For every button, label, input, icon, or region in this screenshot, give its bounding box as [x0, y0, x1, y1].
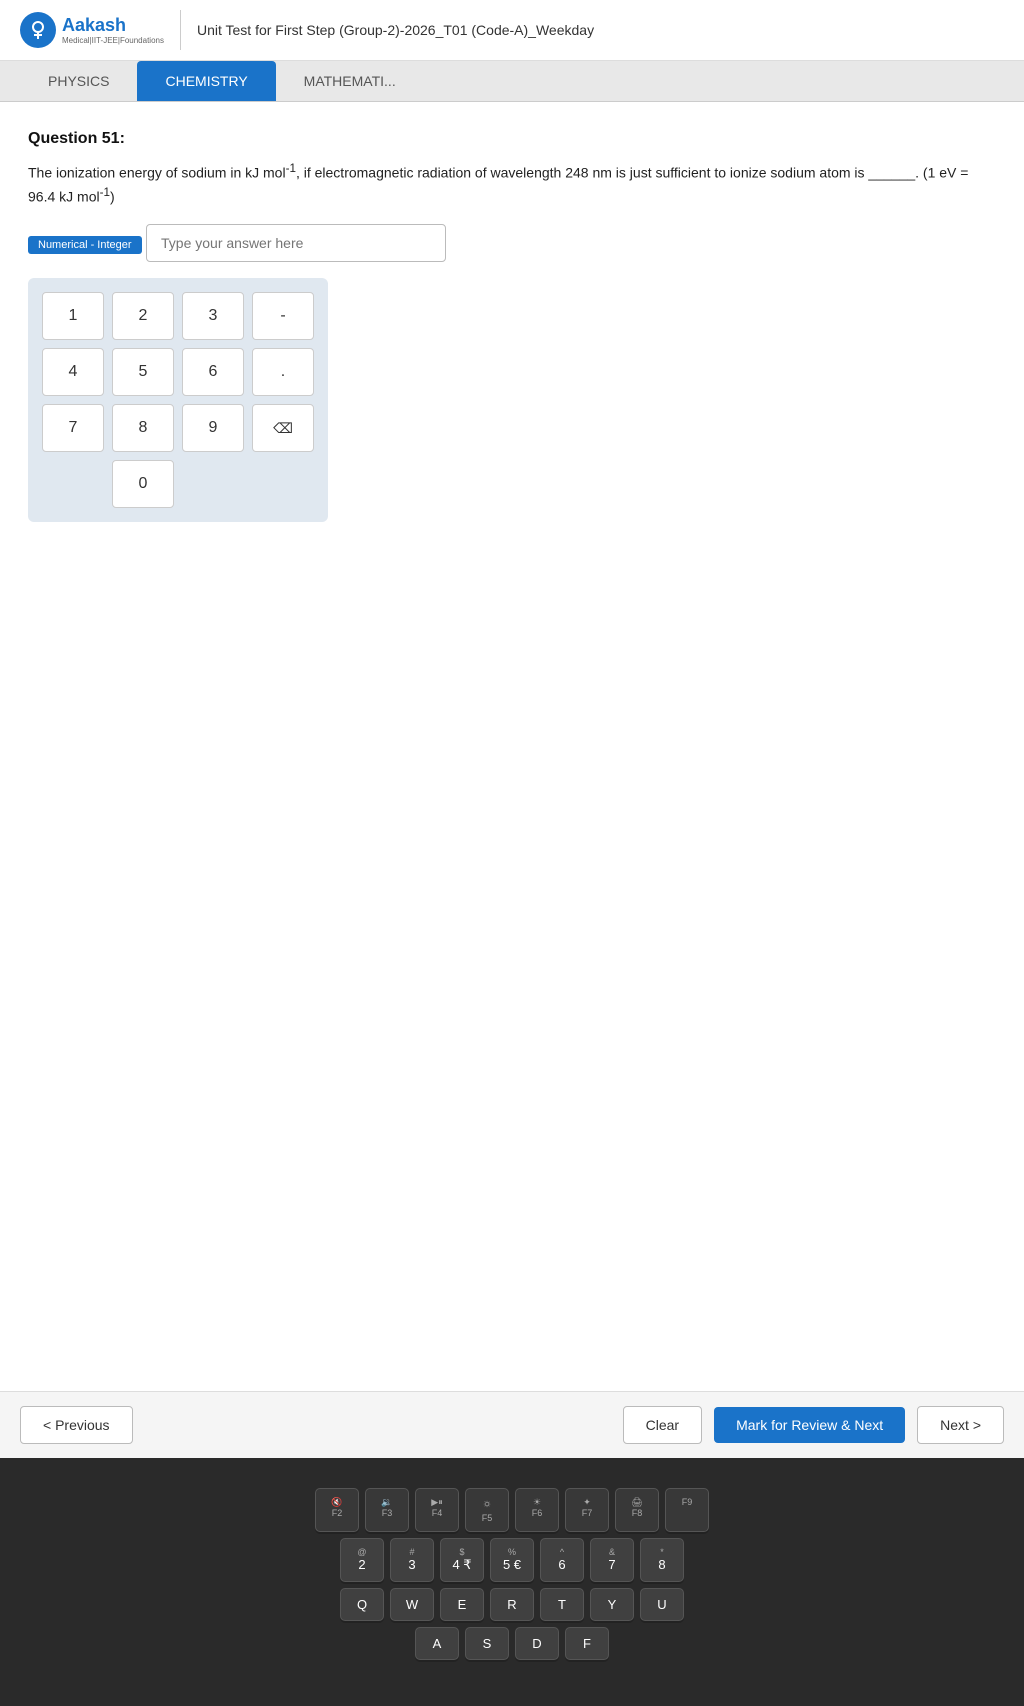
logo-text: Aakash Medical|IIT-JEE|Foundations: [62, 15, 164, 45]
asdf-row: A S D F: [20, 1627, 1004, 1660]
tab-chemistry[interactable]: CHEMISTRY: [137, 61, 275, 101]
number-row: @2 #3 $4 ₹ %5 € ^6 &7 *8: [20, 1538, 1004, 1582]
key-f3[interactable]: 🔉F3: [365, 1488, 409, 1532]
key-u[interactable]: U: [640, 1588, 684, 1621]
numpad-dot[interactable]: .: [252, 348, 314, 396]
previous-button[interactable]: < Previous: [20, 1406, 133, 1444]
logo-area: Aakash Medical|IIT-JEE|Foundations: [20, 12, 164, 48]
next-button[interactable]: Next >: [917, 1406, 1004, 1444]
numpad: 1 2 3 - 4 5 6 . 7 8 9 ⌫ 0: [28, 278, 328, 522]
answer-input[interactable]: [146, 224, 446, 262]
clear-button[interactable]: Clear: [623, 1406, 702, 1444]
numpad-9[interactable]: 9: [182, 404, 244, 452]
tab-physics[interactable]: PHYSICS: [20, 61, 137, 101]
numpad-7[interactable]: 7: [42, 404, 104, 452]
numpad-3[interactable]: 3: [182, 292, 244, 340]
key-f5[interactable]: 🌣F5: [465, 1488, 509, 1532]
key-w[interactable]: W: [390, 1588, 434, 1621]
tab-mathematics[interactable]: MATHEMATI...: [276, 61, 424, 101]
numpad-8[interactable]: 8: [112, 404, 174, 452]
subject-tabs: PHYSICS CHEMISTRY MATHEMATI...: [0, 61, 1024, 102]
key-y[interactable]: Y: [590, 1588, 634, 1621]
key-f2[interactable]: 🔇F2: [315, 1488, 359, 1532]
key-t[interactable]: T: [540, 1588, 584, 1621]
question-number: Question 51:: [28, 130, 996, 148]
key-f6[interactable]: ☀F6: [515, 1488, 559, 1532]
qwerty-row: Q W E R T Y U: [20, 1588, 1004, 1621]
key-4[interactable]: $4 ₹: [440, 1538, 484, 1582]
bottom-nav: < Previous Clear Mark for Review & Next …: [0, 1391, 1024, 1458]
fn-row: 🔇F2 🔉F3 ▶⏸F4 🌣F5 ☀F6 ✦F7 🖨F8 F9: [20, 1488, 1004, 1532]
brand-sub: Medical|IIT-JEE|Foundations: [62, 36, 164, 45]
top-bar: Aakash Medical|IIT-JEE|Foundations Unit …: [0, 0, 1024, 61]
key-a[interactable]: A: [415, 1627, 459, 1660]
key-f9[interactable]: F9: [665, 1488, 709, 1532]
keyboard-area: 🔇F2 🔉F3 ▶⏸F4 🌣F5 ☀F6 ✦F7 🖨F8 F9 @2 #3 $4…: [0, 1458, 1024, 1706]
key-6[interactable]: ^6: [540, 1538, 584, 1582]
screen: Aakash Medical|IIT-JEE|Foundations Unit …: [0, 0, 1024, 1458]
key-f8[interactable]: 🖨F8: [615, 1488, 659, 1532]
key-d[interactable]: D: [515, 1627, 559, 1660]
key-r[interactable]: R: [490, 1588, 534, 1621]
key-7[interactable]: &7: [590, 1538, 634, 1582]
question-text: The ionization energy of sodium in kJ mo…: [28, 160, 996, 208]
main-content: Question 51: The ionization energy of so…: [0, 102, 1024, 1391]
divider: [180, 10, 181, 50]
numpad-2[interactable]: 2: [112, 292, 174, 340]
key-f7[interactable]: ✦F7: [565, 1488, 609, 1532]
numpad-6[interactable]: 6: [182, 348, 244, 396]
numpad-5[interactable]: 5: [112, 348, 174, 396]
numpad-1[interactable]: 1: [42, 292, 104, 340]
numpad-0[interactable]: 0: [112, 460, 174, 508]
numpad-4[interactable]: 4: [42, 348, 104, 396]
key-f4[interactable]: ▶⏸F4: [415, 1488, 459, 1532]
key-5[interactable]: %5 €: [490, 1538, 534, 1582]
numpad-minus[interactable]: -: [252, 292, 314, 340]
logo-icon: [20, 12, 56, 48]
brand-name: Aakash: [62, 15, 164, 36]
mark-review-button[interactable]: Mark for Review & Next: [714, 1407, 905, 1443]
exam-title: Unit Test for First Step (Group-2)-2026_…: [197, 22, 594, 38]
question-type-badge: Numerical - Integer: [28, 236, 142, 254]
key-e[interactable]: E: [440, 1588, 484, 1621]
key-s[interactable]: S: [465, 1627, 509, 1660]
key-q[interactable]: Q: [340, 1588, 384, 1621]
key-8[interactable]: *8: [640, 1538, 684, 1582]
key-2[interactable]: @2: [340, 1538, 384, 1582]
key-f[interactable]: F: [565, 1627, 609, 1660]
key-3[interactable]: #3: [390, 1538, 434, 1582]
numpad-backspace[interactable]: ⌫: [252, 404, 314, 452]
